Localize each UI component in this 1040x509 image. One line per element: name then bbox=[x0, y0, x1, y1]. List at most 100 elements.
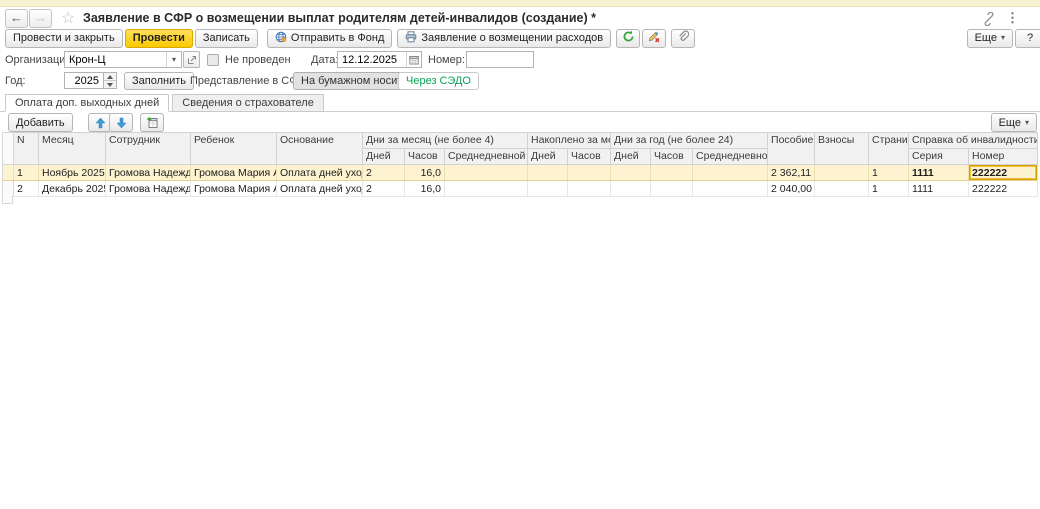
cell-am-hours[interactable] bbox=[567, 180, 612, 197]
group-disability-certificate: Справка об инвалидности bbox=[908, 132, 1039, 149]
cell-number[interactable]: 222222 bbox=[968, 180, 1039, 197]
cell-reason[interactable]: Оплата дней ухода з... bbox=[276, 180, 363, 197]
not-posted-checkbox[interactable] bbox=[207, 54, 219, 66]
send-to-fund-button[interactable]: Отправить в Фонд bbox=[266, 28, 393, 48]
cell-pages[interactable]: 1 bbox=[868, 180, 910, 197]
number-field[interactable] bbox=[466, 51, 534, 68]
cell-benefit[interactable]: 2 040,00 bbox=[767, 180, 816, 197]
table-row[interactable]: 1 Ноябрь 2025 Громова Надежда П... Громо… bbox=[2, 164, 1039, 181]
cancel-edit-button[interactable] bbox=[642, 28, 667, 48]
organization-field[interactable]: Крон-Ц ▾ bbox=[64, 51, 182, 68]
cell-n[interactable]: 1 bbox=[13, 164, 39, 181]
cell-series[interactable]: 1111 bbox=[908, 180, 970, 197]
cell-contributions[interactable] bbox=[814, 164, 870, 181]
col-reason: Основание bbox=[276, 132, 363, 165]
cell-employee[interactable]: Громова Надежда П... bbox=[105, 164, 191, 181]
spin-down-icon[interactable] bbox=[104, 81, 116, 88]
forward-button[interactable]: → bbox=[29, 9, 52, 28]
col-dm-days: Дней bbox=[362, 148, 405, 165]
row-marker[interactable] bbox=[2, 180, 14, 197]
sedo-option-button[interactable]: Через СЭДО bbox=[398, 72, 479, 90]
post-and-close-button[interactable]: Провести и закрыть bbox=[5, 28, 123, 48]
date-value: 12.12.2025 bbox=[342, 53, 398, 66]
cell-am-days[interactable] bbox=[527, 180, 569, 197]
tab-insurer-info[interactable]: Сведения о страхователе bbox=[172, 94, 324, 112]
date-field[interactable]: 12.12.2025 bbox=[337, 51, 422, 68]
cell-number-selected[interactable]: 222222 bbox=[968, 164, 1039, 181]
open-icon bbox=[187, 55, 196, 64]
col-month: Месяц bbox=[38, 132, 106, 165]
copy-rows-button[interactable] bbox=[140, 113, 164, 132]
add-row-button[interactable]: Добавить bbox=[8, 113, 73, 132]
refresh-button[interactable] bbox=[616, 28, 641, 48]
cell-employee[interactable]: Громова Надежда П... bbox=[105, 180, 191, 197]
col-am-hours: Часов bbox=[567, 148, 612, 165]
cell-dm-hours[interactable]: 16,0 bbox=[404, 180, 445, 197]
cell-am-hours[interactable] bbox=[567, 164, 612, 181]
year-value: 2025 bbox=[74, 74, 99, 87]
cell-dy-days[interactable] bbox=[610, 180, 652, 197]
cell-dm-days[interactable]: 2 bbox=[362, 164, 405, 181]
year-field[interactable]: 2025 bbox=[64, 72, 104, 89]
arrow-down-icon bbox=[115, 117, 127, 128]
cell-child[interactable]: Громова Мария Алек... bbox=[190, 180, 277, 197]
back-icon: ← bbox=[10, 10, 23, 25]
date-label: Дата: bbox=[311, 54, 339, 66]
row-marker[interactable] bbox=[2, 164, 14, 181]
cell-benefit[interactable]: 2 362,11 bbox=[767, 164, 816, 181]
cell-reason[interactable]: Оплата дней ухода з... bbox=[276, 164, 363, 181]
print-statement-button[interactable]: Заявление о возмещении расходов bbox=[397, 28, 612, 48]
fill-button[interactable]: Заполнить bbox=[124, 72, 195, 90]
col-n: N bbox=[13, 132, 39, 165]
cell-dm-avg[interactable] bbox=[443, 180, 529, 197]
col-benefit: Пособие bbox=[767, 132, 816, 165]
col-employee: Сотрудник bbox=[105, 132, 191, 165]
cell-dy-avg[interactable] bbox=[692, 164, 769, 181]
more-dots-icon[interactable]: ⋮ bbox=[1006, 10, 1019, 26]
cell-dm-hours[interactable]: 16,0 bbox=[404, 164, 445, 181]
cell-n[interactable]: 2 bbox=[13, 180, 39, 197]
number-label: Номер: bbox=[428, 54, 465, 66]
group-days-per-month: Дни за месяц (не более 4) bbox=[361, 132, 529, 149]
cell-month[interactable]: Ноябрь 2025 bbox=[38, 164, 106, 181]
help-button[interactable]: ? bbox=[1015, 28, 1040, 48]
table-row[interactable]: 2 Декабрь 2025 Громова Надежда П... Гром… bbox=[2, 180, 1039, 197]
printer-icon bbox=[405, 30, 417, 46]
table-more-button[interactable]: Еще ▾ bbox=[990, 113, 1037, 132]
calendar-icon[interactable] bbox=[406, 52, 421, 67]
cell-contributions[interactable] bbox=[814, 180, 870, 197]
pencil-cancel-icon bbox=[648, 30, 661, 46]
year-spinner[interactable] bbox=[104, 72, 117, 89]
globe-icon bbox=[275, 31, 287, 46]
dropdown-icon[interactable]: ▾ bbox=[166, 52, 181, 67]
tab-strip: Оплата доп. выходных дней Сведения о стр… bbox=[0, 94, 1040, 112]
refresh-icon bbox=[622, 30, 635, 46]
cell-dy-hours[interactable] bbox=[650, 180, 694, 197]
cell-am-days[interactable] bbox=[527, 164, 569, 181]
back-button[interactable]: ← bbox=[5, 9, 28, 28]
post-button[interactable]: Провести bbox=[124, 28, 193, 48]
paperclip-icon bbox=[677, 30, 690, 46]
cell-child[interactable]: Громова Мария Алек... bbox=[190, 164, 277, 181]
cell-pages[interactable]: 1 bbox=[868, 164, 910, 181]
tab-paid-days-off[interactable]: Оплата доп. выходных дней bbox=[5, 94, 170, 112]
table-add-icon bbox=[146, 117, 157, 128]
cell-dm-days[interactable]: 2 bbox=[362, 180, 405, 197]
col-pages: Страниц bbox=[868, 132, 910, 165]
favorite-star-icon[interactable]: ☆ bbox=[61, 9, 75, 28]
cell-dm-avg[interactable] bbox=[443, 164, 529, 181]
get-link-icon[interactable] bbox=[982, 11, 996, 29]
write-button[interactable]: Записать bbox=[194, 28, 258, 48]
cell-dy-days[interactable] bbox=[610, 164, 652, 181]
open-organization-button[interactable] bbox=[183, 51, 200, 68]
more-button[interactable]: Еще ▾ bbox=[966, 28, 1013, 48]
spin-up-icon[interactable] bbox=[104, 73, 116, 81]
cell-series[interactable]: 1111 bbox=[908, 164, 970, 181]
attachments-button[interactable] bbox=[671, 28, 696, 48]
col-number: Номер bbox=[968, 148, 1039, 165]
cell-dy-avg[interactable] bbox=[692, 180, 769, 197]
cell-month[interactable]: Декабрь 2025 bbox=[38, 180, 106, 197]
cell-dy-hours[interactable] bbox=[650, 164, 694, 181]
move-down-button[interactable] bbox=[109, 113, 133, 132]
top-accent-strip bbox=[0, 0, 1040, 7]
